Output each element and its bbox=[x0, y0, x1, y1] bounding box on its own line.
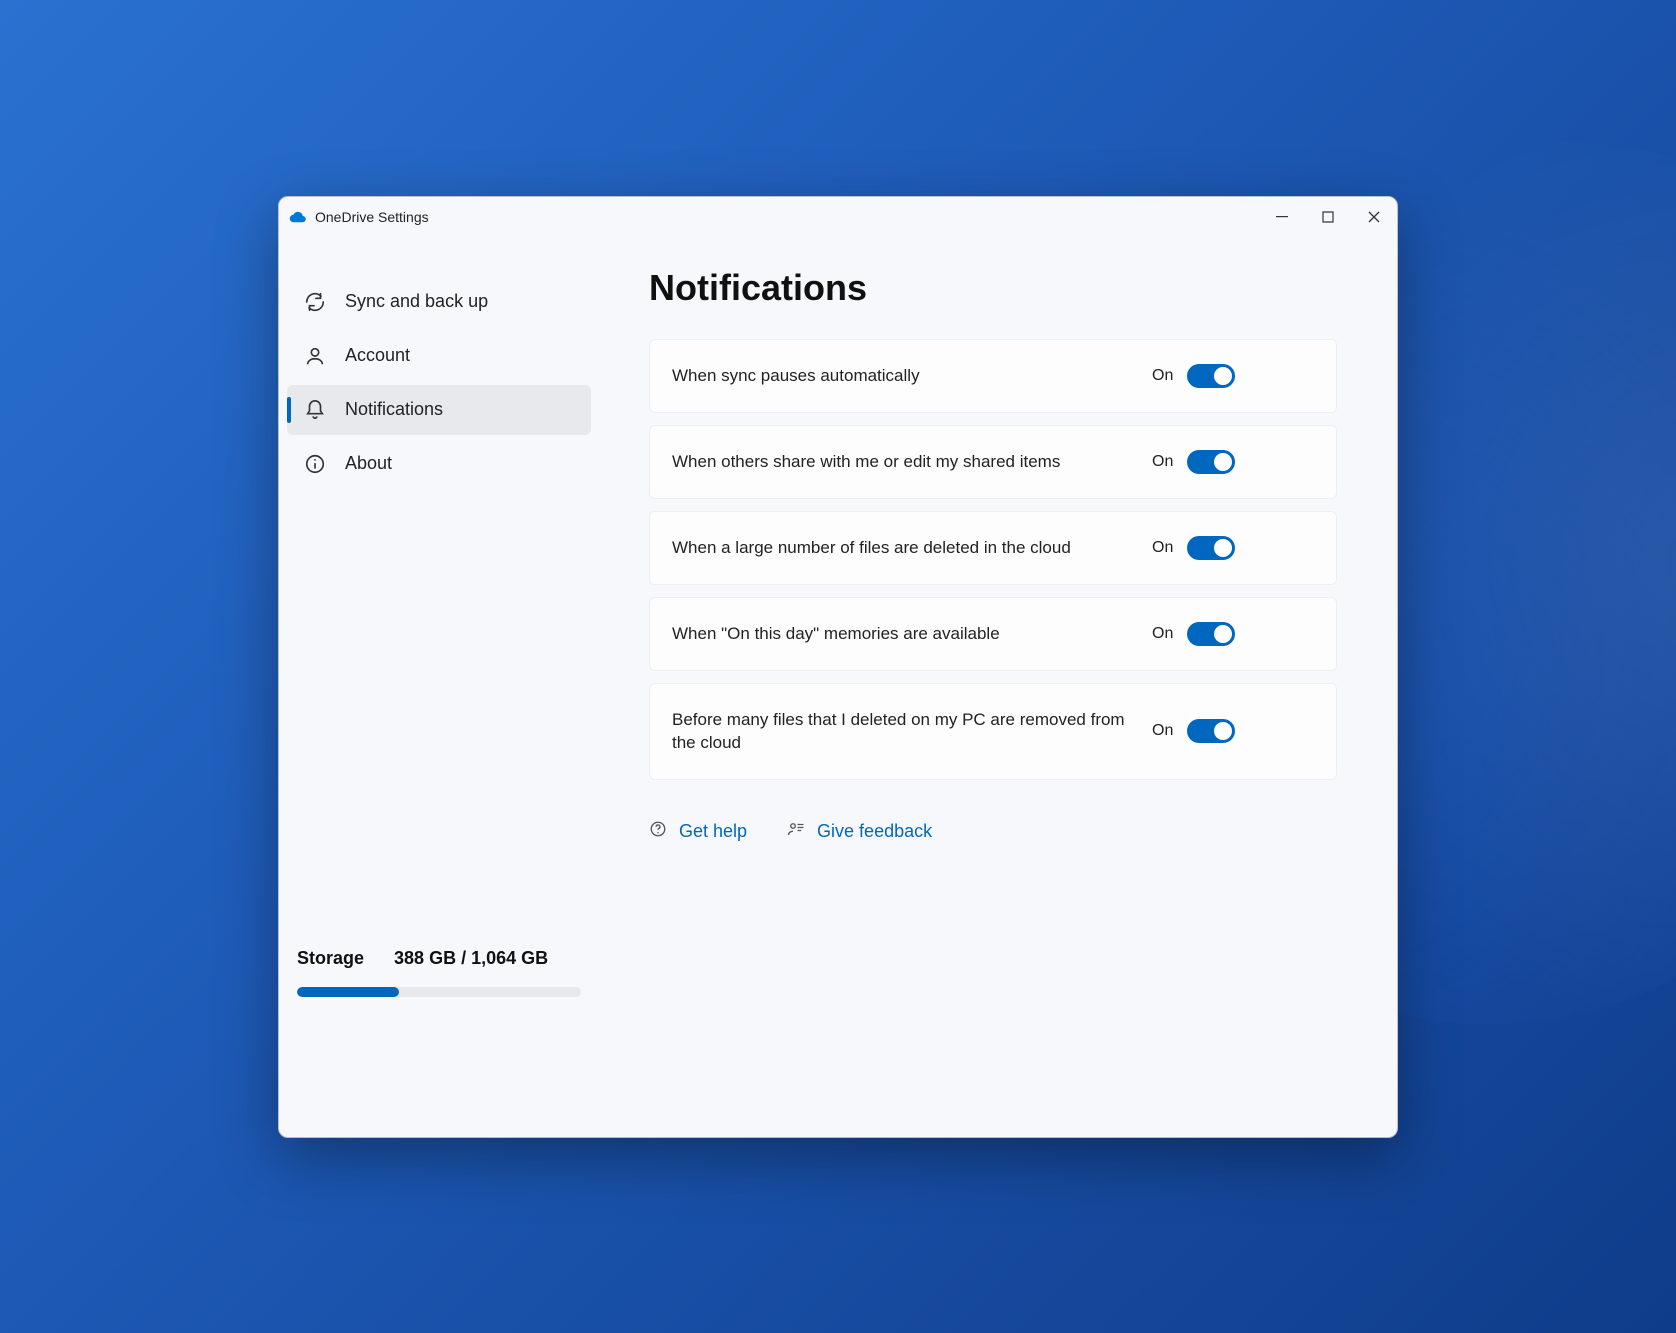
titlebar[interactable]: OneDrive Settings bbox=[279, 197, 1397, 237]
toggle-switch[interactable] bbox=[1187, 719, 1235, 743]
footer-links: Get help Give feedback bbox=[649, 820, 1337, 843]
get-help-link[interactable]: Get help bbox=[649, 820, 747, 843]
close-button[interactable] bbox=[1351, 197, 1397, 237]
storage-progress-fill bbox=[297, 987, 399, 997]
toggle-group: On bbox=[1152, 536, 1235, 560]
sidebar-item-notifications[interactable]: Notifications bbox=[287, 385, 591, 435]
help-icon bbox=[649, 820, 667, 843]
setting-row: When sync pauses automatically On bbox=[649, 339, 1337, 413]
onedrive-settings-window: OneDrive Settings Sync and back up bbox=[278, 196, 1398, 1138]
toggle-state-label: On bbox=[1152, 539, 1173, 557]
toggle-switch[interactable] bbox=[1187, 622, 1235, 646]
storage-label: Storage bbox=[297, 948, 364, 969]
main-panel: Notifications When sync pauses automatic… bbox=[599, 237, 1397, 1137]
setting-label: When sync pauses automatically bbox=[672, 364, 1132, 388]
toggle-switch[interactable] bbox=[1187, 450, 1235, 474]
storage-value: 388 GB / 1,064 GB bbox=[394, 948, 548, 969]
toggle-state-label: On bbox=[1152, 722, 1173, 740]
toggle-switch[interactable] bbox=[1187, 536, 1235, 560]
setting-row: Before many files that I deleted on my P… bbox=[649, 683, 1337, 781]
toggle-switch[interactable] bbox=[1187, 364, 1235, 388]
toggle-group: On bbox=[1152, 450, 1235, 474]
sidebar-item-label: Notifications bbox=[345, 399, 443, 420]
toggle-group: On bbox=[1152, 364, 1235, 388]
sidebar-item-account[interactable]: Account bbox=[287, 331, 591, 381]
sidebar-item-about[interactable]: About bbox=[287, 439, 591, 489]
settings-list: When sync pauses automatically On When oth… bbox=[649, 339, 1337, 781]
give-feedback-label: Give feedback bbox=[817, 821, 932, 842]
info-icon bbox=[303, 453, 327, 475]
storage-section: Storage 388 GB / 1,064 GB bbox=[287, 948, 591, 1117]
storage-progress-bar bbox=[297, 987, 581, 997]
maximize-button[interactable] bbox=[1305, 197, 1351, 237]
toggle-state-label: On bbox=[1152, 625, 1173, 643]
feedback-icon bbox=[787, 820, 805, 843]
setting-label: When others share with me or edit my sha… bbox=[672, 450, 1132, 474]
toggle-group: On bbox=[1152, 622, 1235, 646]
minimize-button[interactable] bbox=[1259, 197, 1305, 237]
toggle-state-label: On bbox=[1152, 367, 1173, 385]
page-title: Notifications bbox=[649, 267, 1337, 309]
setting-row: When a large number of files are deleted… bbox=[649, 511, 1337, 585]
onedrive-cloud-icon bbox=[289, 208, 307, 226]
sidebar-item-label: About bbox=[345, 453, 392, 474]
toggle-state-label: On bbox=[1152, 453, 1173, 471]
toggle-group: On bbox=[1152, 719, 1235, 743]
get-help-label: Get help bbox=[679, 821, 747, 842]
bell-icon bbox=[303, 399, 327, 421]
sidebar: Sync and back up Account Notifications bbox=[279, 237, 599, 1137]
sidebar-item-label: Sync and back up bbox=[345, 291, 488, 312]
sidebar-item-sync[interactable]: Sync and back up bbox=[287, 277, 591, 327]
sync-icon bbox=[303, 291, 327, 313]
sidebar-item-label: Account bbox=[345, 345, 410, 366]
titlebar-left: OneDrive Settings bbox=[289, 208, 1259, 226]
give-feedback-link[interactable]: Give feedback bbox=[787, 820, 932, 843]
setting-label: When "On this day" memories are availabl… bbox=[672, 622, 1132, 646]
setting-row: When "On this day" memories are availabl… bbox=[649, 597, 1337, 671]
setting-label: When a large number of files are deleted… bbox=[672, 536, 1132, 560]
setting-row: When others share with me or edit my sha… bbox=[649, 425, 1337, 499]
person-icon bbox=[303, 345, 327, 367]
window-title: OneDrive Settings bbox=[315, 209, 429, 225]
window-controls bbox=[1259, 197, 1397, 237]
setting-label: Before many files that I deleted on my P… bbox=[672, 708, 1132, 756]
sidebar-nav: Sync and back up Account Notifications bbox=[287, 277, 591, 489]
window-body: Sync and back up Account Notifications bbox=[279, 237, 1397, 1137]
